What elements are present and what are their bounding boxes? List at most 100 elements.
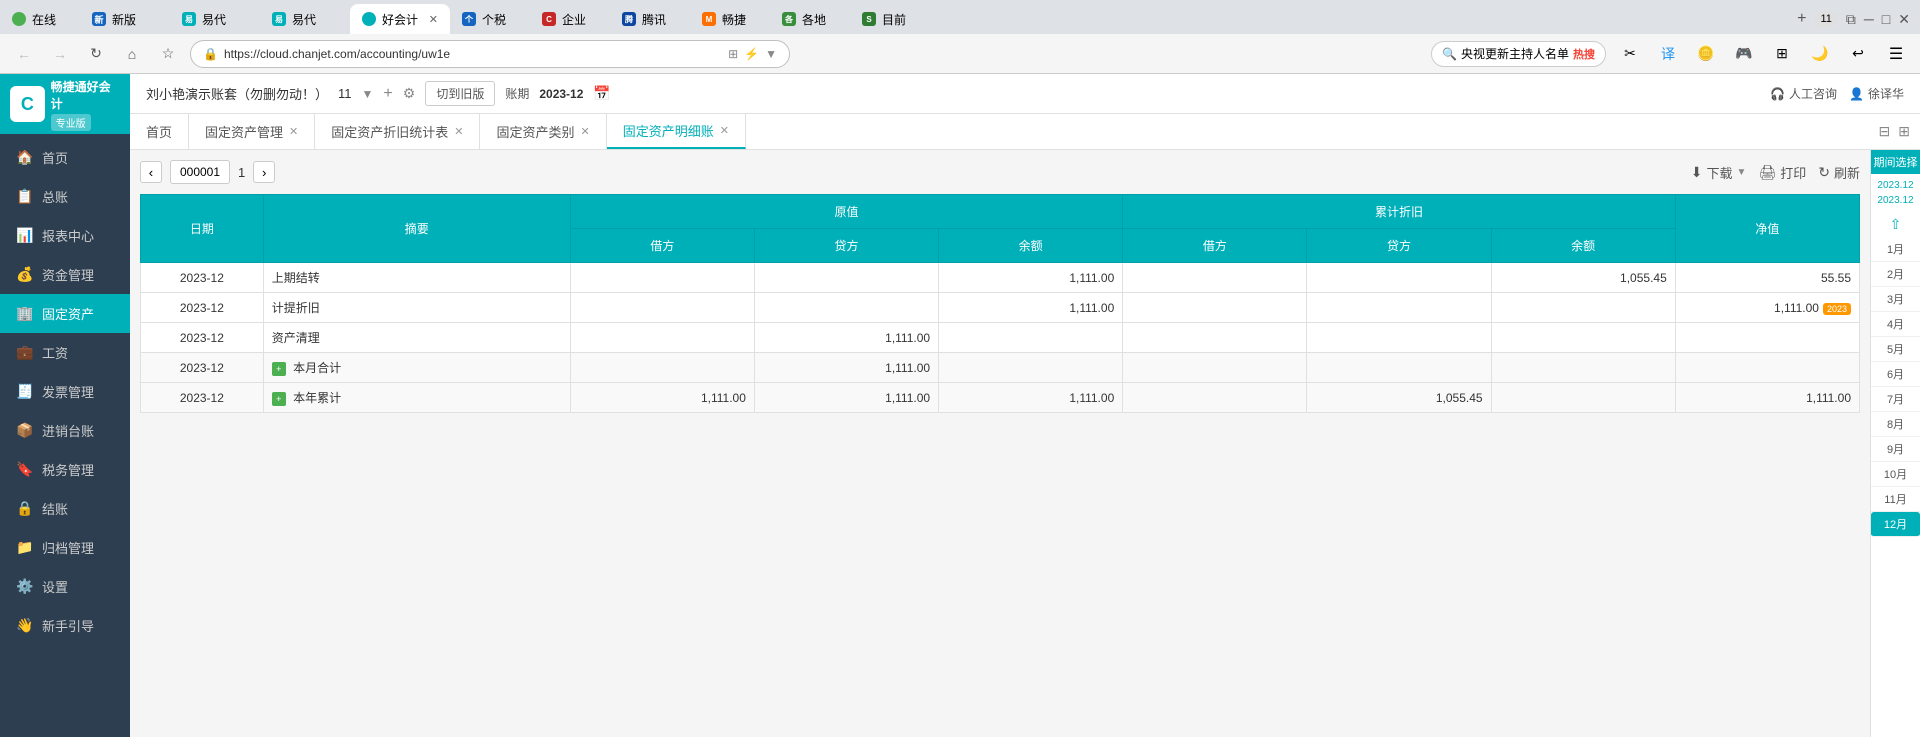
tab-close-5[interactable]: ✕ <box>429 13 438 26</box>
wallet-btn[interactable]: 🪙 <box>1692 40 1720 68</box>
cell-orig-debit-4 <box>570 353 754 383</box>
address-box[interactable]: 🔒 https://cloud.chanjet.com/accounting/u… <box>190 40 790 68</box>
browser-tab-3[interactable]: 易 易代 <box>170 4 260 34</box>
tab-assets-detail[interactable]: 固定资产明细账 ✕ <box>607 114 746 149</box>
browser-tab-9[interactable]: M 畅捷 <box>690 4 770 34</box>
collapse-panel-btn[interactable]: ⊟ <box>1879 123 1891 140</box>
refresh-data-btn[interactable]: ↻ 刷新 <box>1818 163 1860 182</box>
period-month-7[interactable]: 7月 <box>1871 387 1920 412</box>
browser-tab-1[interactable]: 在线 <box>0 4 80 34</box>
sidebar-item-invoice[interactable]: 🧾 发票管理 <box>0 372 130 411</box>
sidebar-item-purchase-sales[interactable]: 📦 进销台账 <box>0 411 130 450</box>
browser-tab-4[interactable]: 易 易代 <box>260 4 350 34</box>
tab-depreciation[interactable]: 固定资产折旧统计表 ✕ <box>315 114 480 149</box>
tab-close-fixed-assets[interactable]: ✕ <box>289 125 298 138</box>
refresh-icon: ↻ <box>1818 164 1830 181</box>
scissors-btn[interactable]: ✂ <box>1616 40 1644 68</box>
home-browser-btn[interactable]: ⌂ <box>118 40 146 68</box>
notification-badge[interactable]: 11 <box>1814 11 1837 27</box>
tab-home[interactable]: 首页 <box>130 114 189 149</box>
period-month-6[interactable]: 6月 <box>1871 362 1920 387</box>
th-date: 日期 <box>141 195 264 263</box>
period-month-10[interactable]: 10月 <box>1871 462 1920 487</box>
period-month-9[interactable]: 9月 <box>1871 437 1920 462</box>
print-btn[interactable]: 🖨 打印 <box>1758 163 1806 182</box>
restore-btn[interactable]: ⧉ <box>1846 11 1856 28</box>
user-profile-btn[interactable]: 👤 徐译华 <box>1849 85 1904 102</box>
customer-service-btn[interactable]: 🎧 人工咨询 <box>1770 85 1837 102</box>
tab-bar: 在线 新 新版 易 易代 易 易代 好会计 ✕ 个 <box>0 0 1920 34</box>
period-month-4[interactable]: 4月 <box>1871 312 1920 337</box>
add-account-btn[interactable]: + <box>383 85 392 103</box>
back-btn[interactable]: ← <box>10 40 38 68</box>
tab-close-assets-detail[interactable]: ✕ <box>720 124 729 137</box>
browser-tab-7[interactable]: C 企业 <box>530 4 610 34</box>
switch-version-btn[interactable]: 切到旧版 <box>425 81 495 106</box>
account-code-input[interactable] <box>170 160 230 184</box>
cell-accum-credit-4 <box>1307 353 1491 383</box>
period-end-date[interactable]: 2023.12 <box>1871 193 1920 208</box>
menu-btn[interactable]: ☰ <box>1882 40 1910 68</box>
bookmark-btn[interactable]: ☆ <box>154 40 182 68</box>
sidebar-item-settings[interactable]: ⚙️ 设置 <box>0 567 130 606</box>
period-month-3[interactable]: 3月 <box>1871 287 1920 312</box>
period-month-12[interactable]: 12月 <box>1871 512 1920 537</box>
sidebar-label-ledger: 总账 <box>42 187 68 206</box>
new-tab-btn[interactable]: + <box>1797 10 1806 28</box>
period-month-1[interactable]: 1月 <box>1871 237 1920 262</box>
sidebar-item-funds[interactable]: 💰 资金管理 <box>0 255 130 294</box>
sidebar-item-fixed-assets[interactable]: 🏢 固定资产 <box>0 294 130 333</box>
tab-close-assets-category[interactable]: ✕ <box>581 125 590 138</box>
tab-assets-category[interactable]: 固定资产类别 ✕ <box>480 114 606 149</box>
tab-title-10: 各地 <box>802 11 838 28</box>
guide-icon: 👋 <box>16 617 34 635</box>
forward-btn[interactable]: → <box>46 40 74 68</box>
undo-btn[interactable]: ↩ <box>1844 40 1872 68</box>
prev-page-btn[interactable]: ‹ <box>140 161 162 183</box>
sidebar-item-payroll[interactable]: 💼 工资 <box>0 333 130 372</box>
download-btn[interactable]: ⬇ 下载 ▼ <box>1691 163 1747 182</box>
calendar-icon[interactable]: 📅 <box>593 85 610 102</box>
sidebar-item-reports[interactable]: 📊 报表中心 <box>0 216 130 255</box>
tab-favicon-1 <box>12 12 26 26</box>
settings-account-btn[interactable]: ⚙ <box>403 85 416 102</box>
sidebar-item-tax[interactable]: 🔖 税务管理 <box>0 450 130 489</box>
close-window-btn[interactable]: ✕ <box>1898 11 1910 28</box>
search-box[interactable]: 🔍 央视更新主持人名单 热搜 <box>1431 41 1606 67</box>
sidebar-item-ledger[interactable]: 📋 总账 <box>0 177 130 216</box>
browser-tab-5[interactable]: 好会计 ✕ <box>350 4 450 34</box>
th-accumulated-depreciation: 累计折旧 <box>1123 195 1676 229</box>
browser-tab-6[interactable]: 个 个税 <box>450 4 530 34</box>
period-scroll-up[interactable]: ⇧ <box>1871 212 1920 237</box>
period-month-5[interactable]: 5月 <box>1871 337 1920 362</box>
game-btn[interactable]: 🎮 <box>1730 40 1758 68</box>
tab-fixed-assets[interactable]: 固定资产管理 ✕ <box>189 114 315 149</box>
sidebar-item-home[interactable]: 🏠 首页 <box>0 138 130 177</box>
download-dropdown-icon[interactable]: ▼ <box>1737 167 1747 178</box>
ledger-icon: 📋 <box>16 188 34 206</box>
period-month-11[interactable]: 11月 <box>1871 487 1920 512</box>
maximize-btn[interactable]: □ <box>1882 11 1890 27</box>
minimize-btn[interactable]: ─ <box>1864 11 1874 27</box>
expand-panel-btn[interactable]: ⊞ <box>1898 123 1910 140</box>
period-month-2[interactable]: 2月 <box>1871 262 1920 287</box>
sidebar-item-closing[interactable]: 🔒 结账 <box>0 489 130 528</box>
dropdown-icon[interactable]: ▼ <box>362 87 374 101</box>
period-start-date[interactable]: 2023.12 <box>1871 178 1920 193</box>
period-month-8[interactable]: 8月 <box>1871 412 1920 437</box>
sidebar-item-guide[interactable]: 👋 新手引导 <box>0 606 130 645</box>
browser-tab-11[interactable]: S 目前 <box>850 4 930 34</box>
next-page-btn[interactable]: › <box>253 161 275 183</box>
grid-view-btn[interactable]: ⊞ <box>1768 40 1796 68</box>
browser-tab-2[interactable]: 新 新版 <box>80 4 170 34</box>
dropdown-btn[interactable]: ▼ <box>765 47 777 61</box>
sidebar-label-reports: 报表中心 <box>42 226 94 245</box>
sidebar-item-archive[interactable]: 📁 归档管理 <box>0 528 130 567</box>
refresh-browser-btn[interactable]: ↻ <box>82 40 110 68</box>
settings-browser-btn[interactable]: 🌙 <box>1806 40 1834 68</box>
browser-tab-10[interactable]: 各 各地 <box>770 4 850 34</box>
translate-btn[interactable]: 译 <box>1654 40 1682 68</box>
browser-tab-8[interactable]: 腾 腾讯 <box>610 4 690 34</box>
tab-close-depreciation[interactable]: ✕ <box>454 125 463 138</box>
download-label: 下载 <box>1707 163 1733 182</box>
